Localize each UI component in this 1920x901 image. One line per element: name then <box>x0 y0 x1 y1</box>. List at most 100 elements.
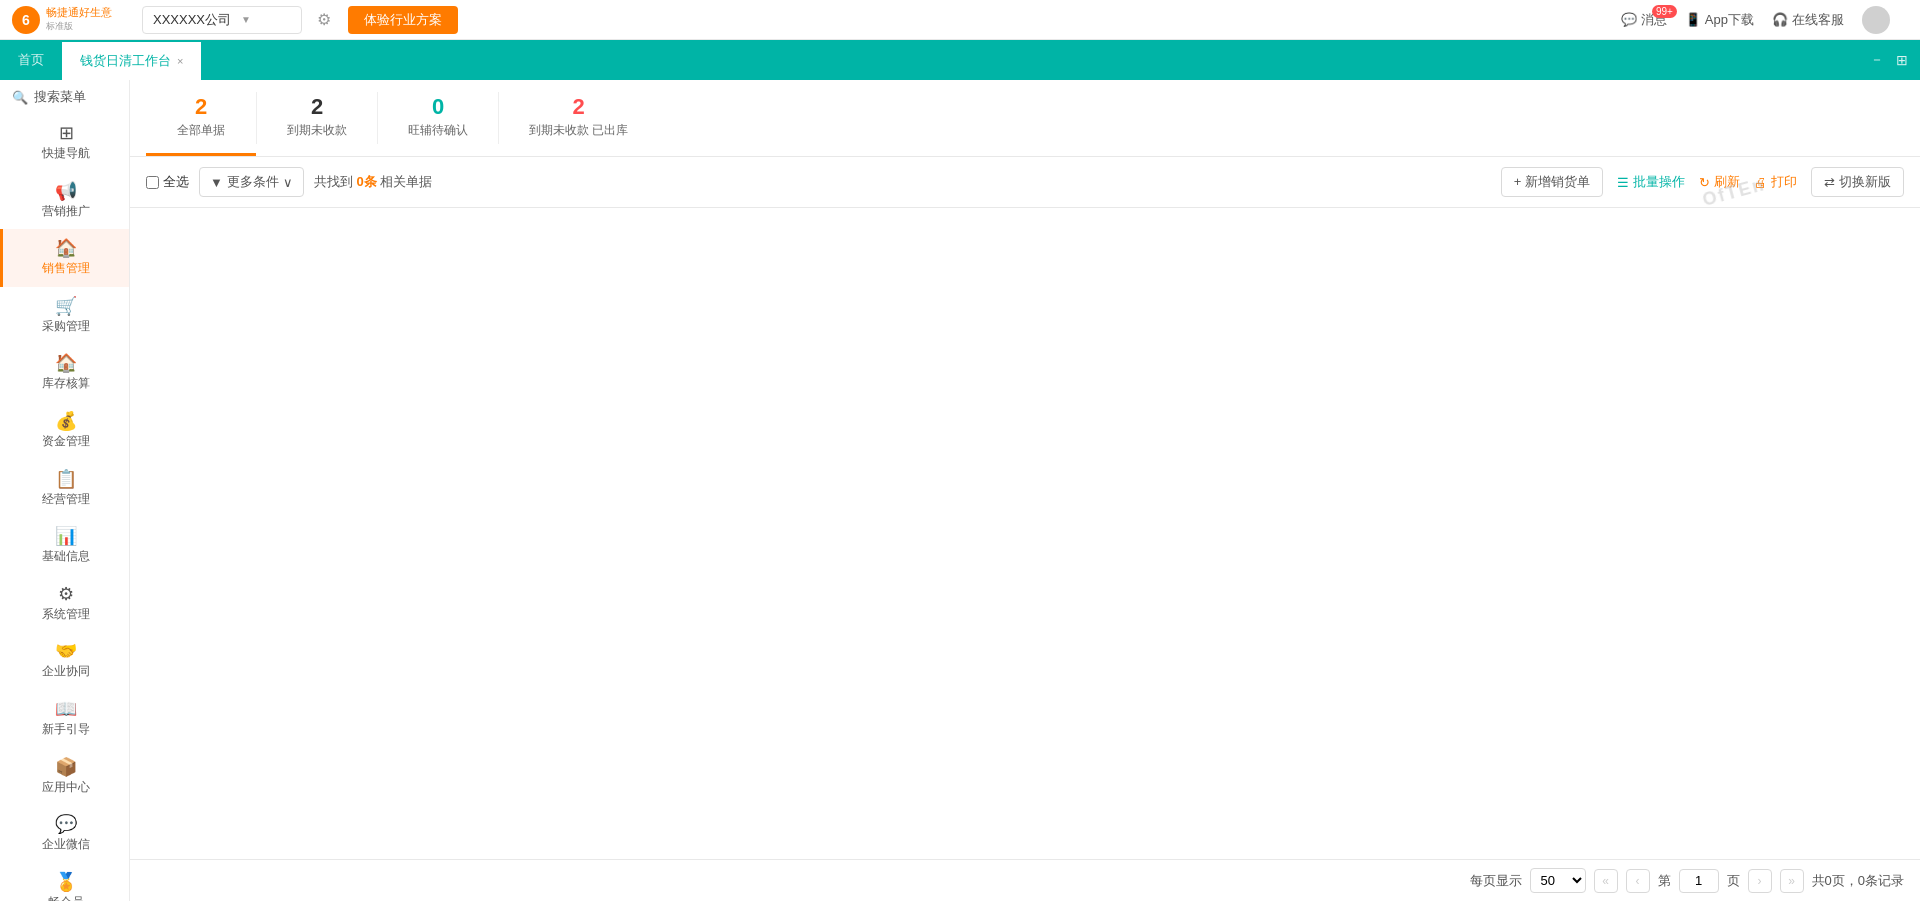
company-dropdown-arrow: ▼ <box>241 14 251 25</box>
stats-label-overdue: 到期未收款 <box>287 122 347 139</box>
sidebar-item-sales[interactable]: 🏠 销售管理 <box>0 229 129 287</box>
message-btn[interactable]: 💬 消息 99+ <box>1621 11 1667 29</box>
sidebar-item-capital[interactable]: 💰 资金管理 <box>0 402 129 460</box>
settings-icon-btn[interactable]: ⚙ <box>310 6 338 34</box>
logo-area: 6 畅捷通好生意 标准版 <box>12 6 142 34</box>
stats-tab-shipped[interactable]: 2 到期未收款 已出库 <box>499 80 658 156</box>
wechat-label: 企业微信 <box>42 837 90 853</box>
stats-count-all: 2 <box>176 94 226 120</box>
tab-nav-right: － ⊞ <box>1870 40 1920 80</box>
total-info: 共0页，0条记录 <box>1812 872 1904 890</box>
online-service-label: 在线客服 <box>1792 11 1844 29</box>
sidebar-item-wechat[interactable]: 💬 企业微信 <box>0 805 129 863</box>
basic-info-icon: 📊 <box>55 527 77 545</box>
stats-count-overdue: 2 <box>287 94 347 120</box>
wechat-icon: 💬 <box>55 815 77 833</box>
app-center-icon: 📦 <box>55 758 77 776</box>
main-layout: 🔍 搜索菜单 ⊞ 快捷导航 📢 营销推广 🏠 销售管理 🛒 采购管理 🏠 库存核… <box>0 80 1920 901</box>
filter-dropdown-icon: ∨ <box>283 175 293 190</box>
pagination: 每页显示 50 100 200 « ‹ 第 页 › » 共0页，0条记录 <box>130 859 1920 901</box>
avatar[interactable] <box>1862 6 1890 34</box>
stats-label-shipped: 到期未收款 已出库 <box>529 122 628 139</box>
company-selector[interactable]: XXXXXX公司 ▼ <box>142 6 302 34</box>
system-label: 系统管理 <box>42 607 90 623</box>
refresh-icon: ↻ <box>1699 175 1710 190</box>
first-page-btn[interactable]: « <box>1594 869 1618 893</box>
sidebar-item-purchase[interactable]: 🛒 采购管理 <box>0 287 129 345</box>
prev-page-btn[interactable]: ‹ <box>1626 869 1650 893</box>
stats-tab-overdue[interactable]: 2 到期未收款 <box>257 80 377 156</box>
sidebar-item-inventory[interactable]: 🏠 库存核算 <box>0 344 129 402</box>
app-download-btn[interactable]: 📱 App下载 <box>1685 11 1754 29</box>
message-badge: 99+ <box>1652 5 1677 18</box>
logo-icon: 6 <box>12 6 40 34</box>
inventory-icon: 🏠 <box>55 354 77 372</box>
trial-button[interactable]: 体验行业方案 <box>348 6 458 34</box>
print-btn[interactable]: 🖨 打印 <box>1754 173 1797 191</box>
switch-version-btn[interactable]: ⇄ 切换新版 <box>1811 167 1904 197</box>
tab-close-btn[interactable]: × <box>177 55 183 67</box>
operations-label: 经营管理 <box>42 492 90 508</box>
sidebar-item-enterprise[interactable]: 🤝 企业协同 <box>0 632 129 690</box>
tab-active-label: 钱货日清工作台 <box>80 52 171 70</box>
sidebar-item-operations[interactable]: 📋 经营管理 <box>0 460 129 518</box>
page-input[interactable] <box>1679 869 1719 893</box>
sidebar-item-app-center[interactable]: 📦 应用中心 <box>0 748 129 806</box>
search-menu-btn[interactable]: 🔍 搜索菜单 <box>0 80 129 114</box>
sidebar-item-system[interactable]: ⚙ 系统管理 <box>0 575 129 633</box>
page-suffix: 页 <box>1727 872 1740 890</box>
purchase-label: 采购管理 <box>42 319 90 335</box>
purchase-icon: 🛒 <box>55 297 77 315</box>
company-name: XXXXXX公司 <box>153 11 231 29</box>
select-all-checkbox[interactable]: 全选 <box>146 173 189 191</box>
sidebar-item-quick-nav[interactable]: ⊞ 快捷导航 <box>0 114 129 172</box>
found-count: 0条 <box>357 174 377 189</box>
next-page-btn[interactable]: › <box>1748 869 1772 893</box>
brand-name: 畅捷通好生意 <box>46 6 112 19</box>
filter-icon: ▼ <box>210 175 223 190</box>
enterprise-icon: 🤝 <box>55 642 77 660</box>
version-label: 标准版 <box>46 20 112 33</box>
per-page-label: 每页显示 <box>1470 872 1522 890</box>
marketing-label: 营销推广 <box>42 204 90 220</box>
tab-maximize-icon[interactable]: ⊞ <box>1896 52 1908 68</box>
stats-tab-all[interactable]: 2 全部单据 <box>146 80 256 156</box>
capital-label: 资金管理 <box>42 434 90 450</box>
search-menu-label: 搜索菜单 <box>34 88 86 106</box>
per-page-select[interactable]: 50 100 200 <box>1530 868 1586 893</box>
refresh-btn[interactable]: ↻ 刷新 <box>1699 173 1740 191</box>
tab-qhrq[interactable]: 钱货日清工作台 × <box>62 40 201 80</box>
stats-label-pending: 旺辅待确认 <box>408 122 468 139</box>
sidebar-item-basic-info[interactable]: 📊 基础信息 <box>0 517 129 575</box>
select-all-input[interactable] <box>146 176 159 189</box>
stats-tab-pending[interactable]: 0 旺辅待确认 <box>378 80 498 156</box>
sidebar-item-marketing[interactable]: 📢 营销推广 <box>0 172 129 230</box>
sidebar-item-guide[interactable]: 📖 新手引导 <box>0 690 129 748</box>
main-content: 2 全部单据 2 到期未收款 0 旺辅待确认 2 到期未收款 已出库 <box>130 80 1920 901</box>
stats-count-pending: 0 <box>408 94 468 120</box>
page-label: 第 <box>1658 872 1671 890</box>
toolbar: 全选 ▼ 更多条件 ∨ 共找到 0条 相关单据 + 新增销货单 ☰ 批量操作 <box>130 157 1920 208</box>
print-label: 打印 <box>1771 173 1797 191</box>
sales-label: 销售管理 <box>42 261 90 277</box>
operations-icon: 📋 <box>55 470 77 488</box>
app-center-label: 应用中心 <box>42 780 90 796</box>
tab-home-label: 首页 <box>18 51 44 69</box>
service-icon: 🎧 <box>1772 12 1788 27</box>
sidebar-item-member[interactable]: 🏅 畅会员 <box>0 863 129 901</box>
app-download-icon: 📱 <box>1685 12 1701 27</box>
last-page-btn[interactable]: » <box>1780 869 1804 893</box>
print-icon: 🖨 <box>1754 175 1767 190</box>
member-label: 畅会员 <box>48 895 84 901</box>
add-order-btn[interactable]: + 新增销货单 <box>1501 167 1603 197</box>
tab-minimize-icon[interactable]: － <box>1870 51 1884 69</box>
filter-btn[interactable]: ▼ 更多条件 ∨ <box>199 167 304 197</box>
batch-ops-btn[interactable]: ☰ 批量操作 <box>1617 173 1685 191</box>
guide-label: 新手引导 <box>42 722 90 738</box>
guide-icon: 📖 <box>55 700 77 718</box>
toolbar-right: + 新增销货单 ☰ 批量操作 ↻ 刷新 🖨 打印 ⇄ 切换新版 <box>1501 167 1904 197</box>
select-all-label: 全选 <box>163 173 189 191</box>
tab-home[interactable]: 首页 <box>0 40 62 80</box>
online-service-btn[interactable]: 🎧 在线客服 <box>1772 11 1844 29</box>
capital-icon: 💰 <box>55 412 77 430</box>
